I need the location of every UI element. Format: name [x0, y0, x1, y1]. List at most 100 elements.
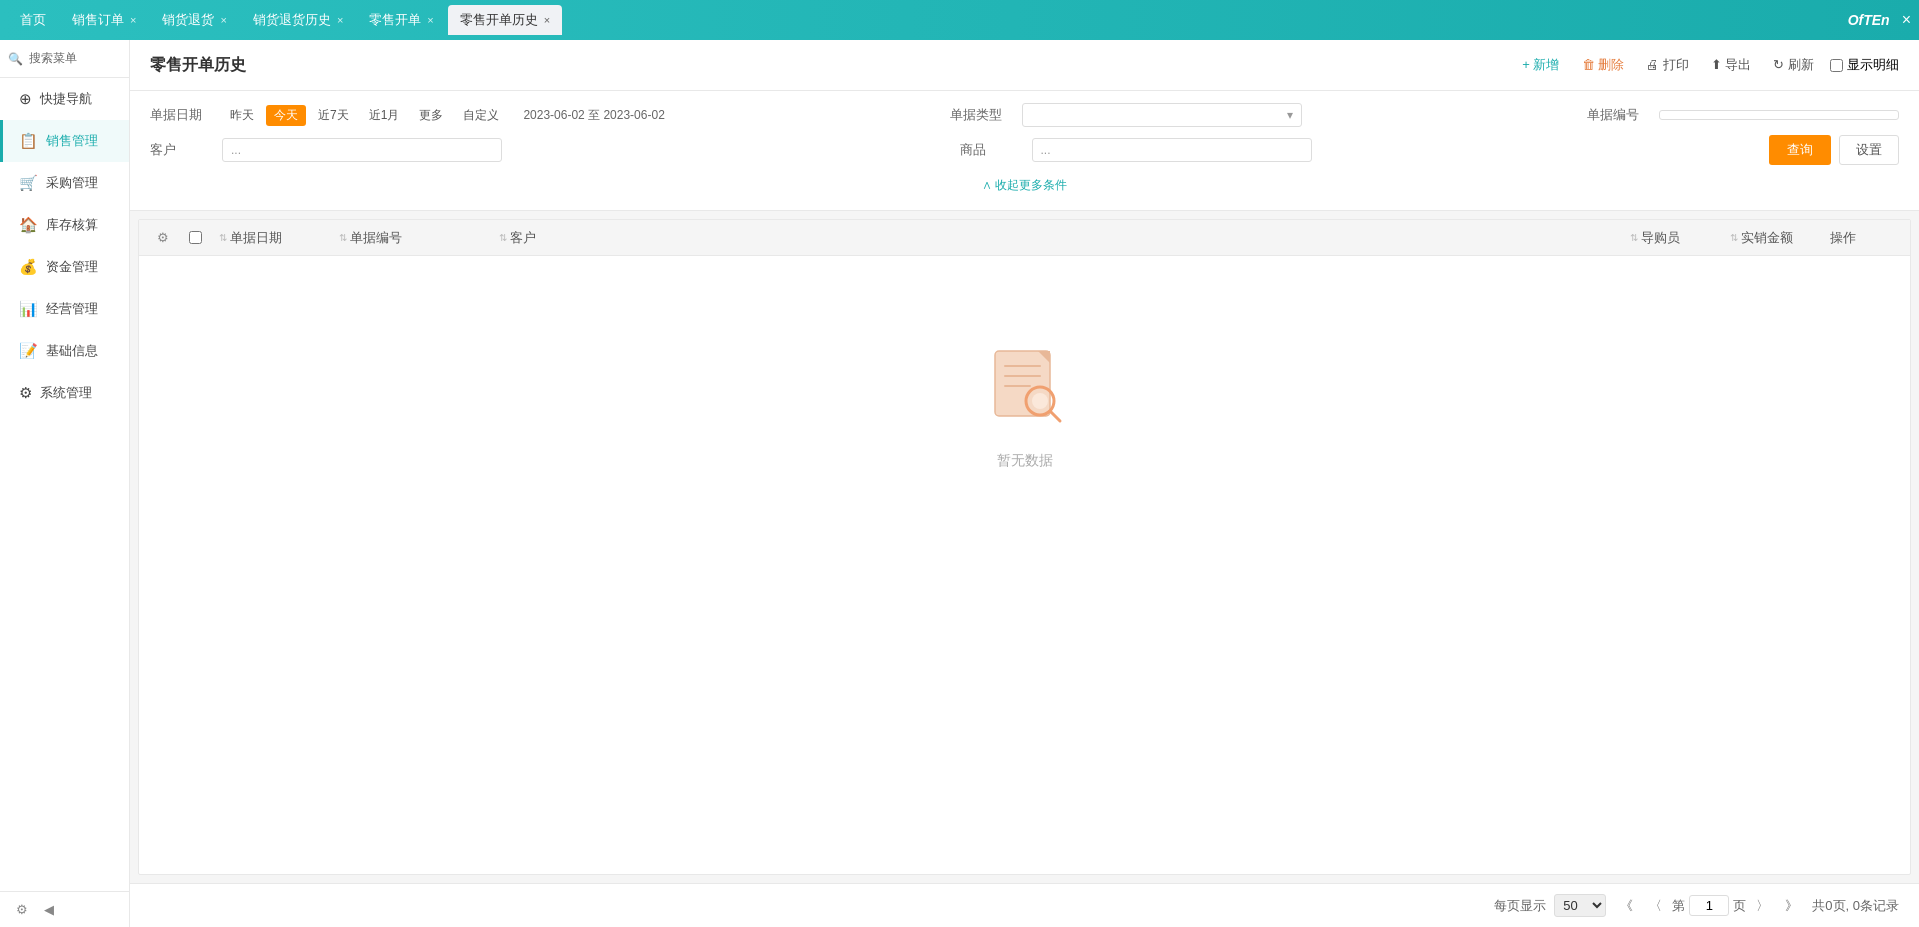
tab-close-sales-order[interactable]: ×: [130, 14, 136, 26]
sidebar-icon-finance: 💰: [19, 258, 38, 276]
window-close-button[interactable]: ×: [1902, 11, 1911, 29]
sidebar-item-purchase-mgmt[interactable]: 🛒 采购管理: [0, 162, 129, 204]
tab-label: 零售开单历史: [460, 11, 538, 29]
sidebar-search[interactable]: 🔍 搜索菜单: [0, 40, 129, 78]
sidebar-label-finance: 资金管理: [46, 258, 98, 276]
col-header-bill-no[interactable]: ⇅ 单据编号: [331, 229, 491, 247]
tab-sales-return-history[interactable]: 销货退货历史 ×: [241, 5, 355, 35]
tab-label: 零售开单: [369, 11, 421, 29]
tab-close-sales-return-history[interactable]: ×: [337, 14, 343, 26]
sidebar-label-quick-nav: 快捷导航: [40, 90, 92, 108]
bill-no-label: 单据编号: [1587, 106, 1643, 124]
date-opt-yesterday[interactable]: 昨天: [222, 105, 262, 126]
sidebar-item-operations[interactable]: 📊 经营管理: [0, 288, 129, 330]
sidebar-label-inventory: 库存核算: [46, 216, 98, 234]
sidebar-search-label: 搜索菜单: [29, 50, 77, 67]
sidebar-icon-purchase-mgmt: 🛒: [19, 174, 38, 192]
add-button[interactable]: + 新增: [1516, 52, 1565, 78]
customer-input[interactable]: ...: [222, 138, 502, 162]
sidebar-item-system[interactable]: ⚙ 系统管理: [0, 372, 129, 414]
next-page-button[interactable]: 〉: [1750, 895, 1775, 917]
customer-label: 客户: [150, 141, 206, 159]
toolbar: + 新增 🗑 删除 🖨 打印 ⬆ 导出 ↻ 刷新 显示明细: [1516, 52, 1899, 78]
page-suffix: 页: [1733, 897, 1746, 915]
page-total: 共0页, 0条记录: [1812, 897, 1899, 915]
col-action-label: 操作: [1830, 229, 1856, 247]
show-detail-input[interactable]: [1830, 59, 1843, 72]
tab-retail-open-history[interactable]: 零售开单历史 ×: [448, 5, 562, 35]
print-button[interactable]: 🖨 打印: [1640, 52, 1695, 78]
sidebar-item-basic-info[interactable]: 📝 基础信息: [0, 330, 129, 372]
page-input[interactable]: [1689, 895, 1729, 916]
tab-label: 销售订单: [72, 11, 124, 29]
date-opt-custom[interactable]: 自定义: [455, 105, 507, 126]
date-opt-today[interactable]: 今天: [266, 105, 306, 126]
tab-bar: 首页销售订单×销货退货×销货退货历史×零售开单×零售开单历史×: [8, 5, 1848, 35]
sidebar-item-quick-nav[interactable]: ⊕ 快捷导航: [0, 78, 129, 120]
tab-close-sales-return[interactable]: ×: [220, 14, 226, 26]
delete-button[interactable]: 🗑 删除: [1576, 52, 1631, 78]
col-header-amount[interactable]: ⇅ 实销金额: [1722, 229, 1822, 247]
col-header-guide[interactable]: ⇅ 导购员: [1622, 229, 1722, 247]
col-header-date[interactable]: ⇅ 单据日期: [211, 229, 331, 247]
top-bar-right: OfTEn ×: [1848, 11, 1911, 29]
col-guide-label: 导购员: [1641, 229, 1680, 247]
last-page-button[interactable]: 》: [1779, 895, 1804, 917]
sidebar-icon-operations: 📊: [19, 300, 38, 318]
show-detail-checkbox[interactable]: 显示明细: [1830, 56, 1899, 74]
date-opt-more[interactable]: 更多: [411, 105, 451, 126]
bill-type-arrow: ▾: [1287, 108, 1293, 122]
tab-label: 首页: [20, 11, 46, 29]
date-opt-lastMonth[interactable]: 近1月: [361, 105, 408, 126]
bill-type-select[interactable]: ▾: [1022, 103, 1302, 127]
tab-sales-return[interactable]: 销货退货×: [150, 5, 238, 35]
col-customer-sort-icon: ⇅: [499, 232, 507, 243]
goods-input[interactable]: ...: [1032, 138, 1312, 162]
prev-page-button[interactable]: 〈: [1643, 895, 1668, 917]
collapse-sidebar-button[interactable]: ◀: [44, 902, 54, 917]
sidebar-item-inventory[interactable]: 🏠 库存核算: [0, 204, 129, 246]
sidebar-icon-basic-info: 📝: [19, 342, 38, 360]
tab-retail-open[interactable]: 零售开单 ×: [357, 5, 445, 35]
sidebar-icon-inventory: 🏠: [19, 216, 38, 234]
settings-button[interactable]: 设置: [1839, 135, 1899, 165]
bill-no-input[interactable]: [1659, 110, 1899, 120]
sidebar-label-basic-info: 基础信息: [46, 342, 98, 360]
filter-row-1: 单据日期 昨天今天近7天近1月更多自定义 2023-06-02 至 2023-0…: [150, 103, 1899, 127]
column-settings-button[interactable]: ⚙: [147, 230, 179, 245]
empty-text: 暂无数据: [997, 452, 1053, 470]
date-opt-last7[interactable]: 近7天: [310, 105, 357, 126]
tab-home[interactable]: 首页: [8, 5, 58, 35]
goods-placeholder: ...: [1041, 143, 1051, 157]
select-all-input[interactable]: [189, 231, 202, 244]
col-guide-sort-icon: ⇅: [1630, 232, 1638, 243]
sidebar-icon-sales-mgmt: 📋: [19, 132, 38, 150]
first-page-button[interactable]: 《: [1614, 895, 1639, 917]
sidebar-item-sales-mgmt[interactable]: 📋 销售管理: [0, 120, 129, 162]
search-icon: 🔍: [8, 52, 23, 66]
tab-close-retail-open[interactable]: ×: [427, 14, 433, 26]
collapse-button[interactable]: ∧ 收起更多条件: [978, 173, 1071, 198]
settings-icon[interactable]: ⚙: [16, 902, 28, 917]
per-page-select[interactable]: 50 100 200: [1554, 894, 1606, 917]
sidebar-label-sales-mgmt: 销售管理: [46, 132, 98, 150]
col-date-sort-icon: ⇅: [219, 232, 227, 243]
refresh-button[interactable]: ↻ 刷新: [1767, 52, 1820, 78]
page-title: 零售开单历史: [150, 55, 246, 76]
tab-close-retail-open-history[interactable]: ×: [544, 14, 550, 26]
col-date-label: 单据日期: [230, 229, 282, 247]
empty-state: 暂无数据: [139, 256, 1910, 550]
pagination: 每页显示 50 100 200 《 〈 第 页 〉 》 共0页, 0条记录: [130, 883, 1919, 927]
date-options: 昨天今天近7天近1月更多自定义: [222, 105, 507, 126]
customer-placeholder: ...: [231, 143, 241, 157]
export-button[interactable]: ⬆ 导出: [1705, 52, 1758, 78]
query-button[interactable]: 查询: [1769, 135, 1831, 165]
sidebar-label-operations: 经营管理: [46, 300, 98, 318]
sidebar-item-finance[interactable]: 💰 资金管理: [0, 246, 129, 288]
tab-sales-order[interactable]: 销售订单 ×: [60, 5, 148, 35]
col-header-customer[interactable]: ⇅ 客户: [491, 229, 1622, 247]
tab-label: 销货退货历史: [253, 11, 331, 29]
select-all-checkbox[interactable]: [179, 231, 211, 244]
content-area: 零售开单历史 + 新增 🗑 删除 🖨 打印 ⬆ 导出 ↻ 刷新 显示明细 单据日…: [130, 40, 1919, 927]
sidebar-label-system: 系统管理: [40, 384, 92, 402]
